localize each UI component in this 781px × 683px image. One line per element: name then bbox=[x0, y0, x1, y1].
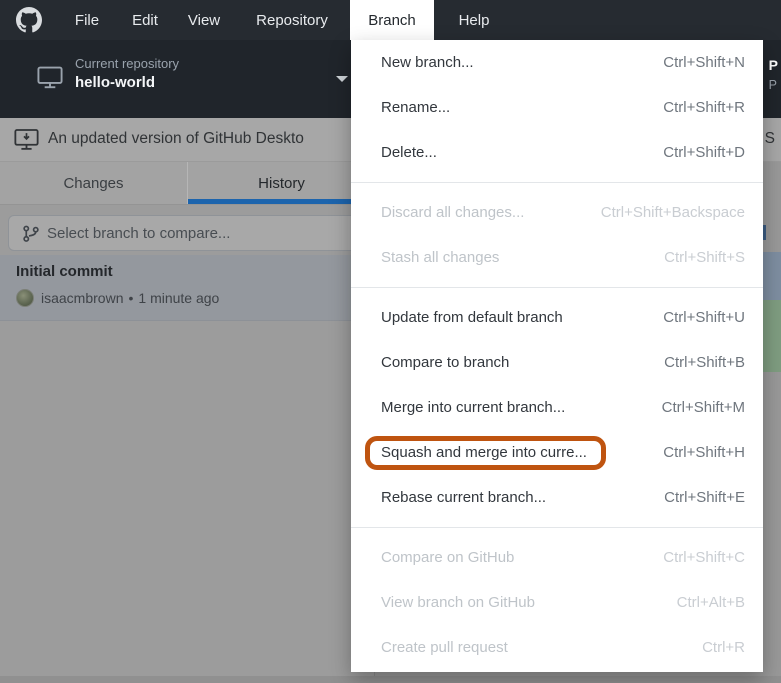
menu-item-create-pull-request: Create pull request Ctrl+R bbox=[351, 625, 763, 670]
commit-title: Initial commit bbox=[16, 263, 113, 280]
menubar-item-view[interactable]: View bbox=[174, 0, 234, 40]
compare-branch-input[interactable] bbox=[47, 216, 347, 250]
menu-item-shortcut: Ctrl+Alt+B bbox=[676, 594, 745, 611]
github-octocat-icon bbox=[16, 7, 42, 33]
menu-item-label: Squash and merge into curre... bbox=[381, 443, 587, 461]
tab-history[interactable]: History bbox=[187, 162, 375, 204]
active-tab-underline bbox=[188, 199, 375, 204]
menu-item-label: Delete... bbox=[381, 144, 437, 161]
menu-item-shortcut: Ctrl+Shift+H bbox=[663, 444, 745, 461]
current-repository-button[interactable]: Current repository hello-world bbox=[0, 40, 351, 118]
history-sidebar: Changes History Initial commit bbox=[0, 162, 375, 683]
github-logo-icon bbox=[0, 0, 58, 40]
desktop-download-icon bbox=[14, 128, 39, 152]
menu-separator bbox=[351, 527, 763, 528]
commit-meta-dot: • bbox=[128, 290, 134, 306]
menu-item-label: New branch... bbox=[381, 54, 474, 71]
current-repository-name: hello-world bbox=[75, 74, 155, 91]
current-repository-label: Current repository bbox=[75, 56, 180, 71]
menu-item-label: Compare on GitHub bbox=[381, 549, 515, 566]
menu-separator bbox=[351, 182, 763, 183]
commit-author-avatar bbox=[16, 289, 34, 307]
menubar-item-repository[interactable]: Repository bbox=[234, 0, 350, 40]
menu-separator bbox=[351, 287, 763, 288]
menu-item-label: Stash all changes bbox=[381, 249, 500, 266]
menu-item-squash-and-merge[interactable]: Squash and merge into curre... Ctrl+Shif… bbox=[351, 430, 763, 475]
menu-item-shortcut: Ctrl+Shift+N bbox=[663, 54, 745, 71]
menu-item-label: Create pull request bbox=[381, 639, 508, 656]
menu-item-shortcut: Ctrl+Shift+U bbox=[663, 309, 745, 326]
menu-item-shortcut: Ctrl+R bbox=[702, 639, 745, 656]
commit-list-item[interactable]: Initial commit isaacmbrown • 1 minute ag… bbox=[0, 255, 375, 321]
menu-item-shortcut: Ctrl+Shift+C bbox=[663, 549, 745, 566]
menu-item-shortcut: Ctrl+Shift+R bbox=[663, 99, 745, 116]
menubar-item-edit[interactable]: Edit bbox=[116, 0, 174, 40]
menu-item-rebase-current-branch[interactable]: Rebase current branch... Ctrl+Shift+E bbox=[351, 475, 763, 520]
tab-changes[interactable]: Changes bbox=[0, 162, 187, 204]
menu-item-update-from-default-branch[interactable]: Update from default branch Ctrl+Shift+U bbox=[351, 295, 763, 340]
tab-history-label: History bbox=[258, 174, 305, 192]
menu-item-label: Update from default branch bbox=[381, 309, 563, 326]
device-desktop-icon bbox=[37, 66, 63, 90]
menu-item-shortcut: Ctrl+Shift+E bbox=[664, 489, 745, 506]
menu-item-label: Compare to branch bbox=[381, 354, 510, 371]
menu-item-compare-to-branch[interactable]: Compare to branch Ctrl+Shift+B bbox=[351, 340, 763, 385]
menu-item-rename[interactable]: Rename... Ctrl+Shift+R bbox=[351, 85, 763, 130]
publish-repository-button[interactable]: P P bbox=[769, 55, 778, 94]
branch-menu: New branch... Ctrl+Shift+N Rename... Ctr… bbox=[351, 40, 763, 672]
menu-item-label: Rebase current branch... bbox=[381, 489, 547, 506]
git-branch-icon bbox=[22, 224, 40, 243]
menu-item-view-branch-on-github: View branch on GitHub Ctrl+Alt+B bbox=[351, 580, 763, 625]
menu-item-shortcut: Ctrl+Shift+Backspace bbox=[600, 204, 745, 221]
publish-title-fragment: P bbox=[768, 57, 778, 73]
update-banner-text: An updated version of GitHub Deskto bbox=[48, 130, 304, 147]
menu-item-shortcut: Ctrl+Shift+D bbox=[663, 144, 745, 161]
commit-author: isaacmbrown bbox=[41, 290, 124, 306]
annotation-highlight: Squash and merge into curre... bbox=[365, 435, 606, 470]
menu-item-delete[interactable]: Delete... Ctrl+Shift+D bbox=[351, 130, 763, 175]
menu-item-merge-into-current-branch[interactable]: Merge into current branch... Ctrl+Shift+… bbox=[351, 385, 763, 430]
menu-item-shortcut: Ctrl+Shift+B bbox=[664, 354, 745, 371]
menu-item-shortcut: Ctrl+Shift+S bbox=[664, 249, 745, 266]
menu-item-label: Rename... bbox=[381, 99, 451, 116]
menubar-item-file[interactable]: File bbox=[58, 0, 116, 40]
menu-item-discard-all-changes: Discard all changes... Ctrl+Shift+Backsp… bbox=[351, 190, 763, 235]
menu-item-shortcut: Ctrl+Shift+M bbox=[661, 399, 745, 416]
update-banner-fragment: S bbox=[764, 130, 775, 147]
compare-branch-box[interactable] bbox=[8, 215, 363, 251]
tab-changes-label: Changes bbox=[63, 174, 124, 192]
menu-item-label: Discard all changes... bbox=[381, 204, 525, 221]
chevron-down-icon bbox=[336, 76, 348, 82]
menu-item-new-branch[interactable]: New branch... Ctrl+Shift+N bbox=[351, 40, 763, 85]
menu-item-label: View branch on GitHub bbox=[381, 594, 535, 611]
publish-sub-fragment: P bbox=[768, 78, 777, 92]
menubar-item-branch[interactable]: Branch bbox=[350, 0, 434, 40]
sidebar-tabbar: Changes History bbox=[0, 162, 375, 205]
menu-item-compare-on-github: Compare on GitHub Ctrl+Shift+C bbox=[351, 535, 763, 580]
menu-item-stash-all-changes: Stash all changes Ctrl+Shift+S bbox=[351, 235, 763, 280]
bottom-edge-strip bbox=[0, 676, 781, 683]
github-desktop-window: File Edit View Repository Branch Help Cu… bbox=[0, 0, 781, 683]
menubar-item-help[interactable]: Help bbox=[434, 0, 514, 40]
commit-time: 1 minute ago bbox=[138, 290, 220, 306]
menubar: File Edit View Repository Branch Help bbox=[0, 0, 781, 40]
menu-item-label: Merge into current branch... bbox=[381, 399, 566, 416]
